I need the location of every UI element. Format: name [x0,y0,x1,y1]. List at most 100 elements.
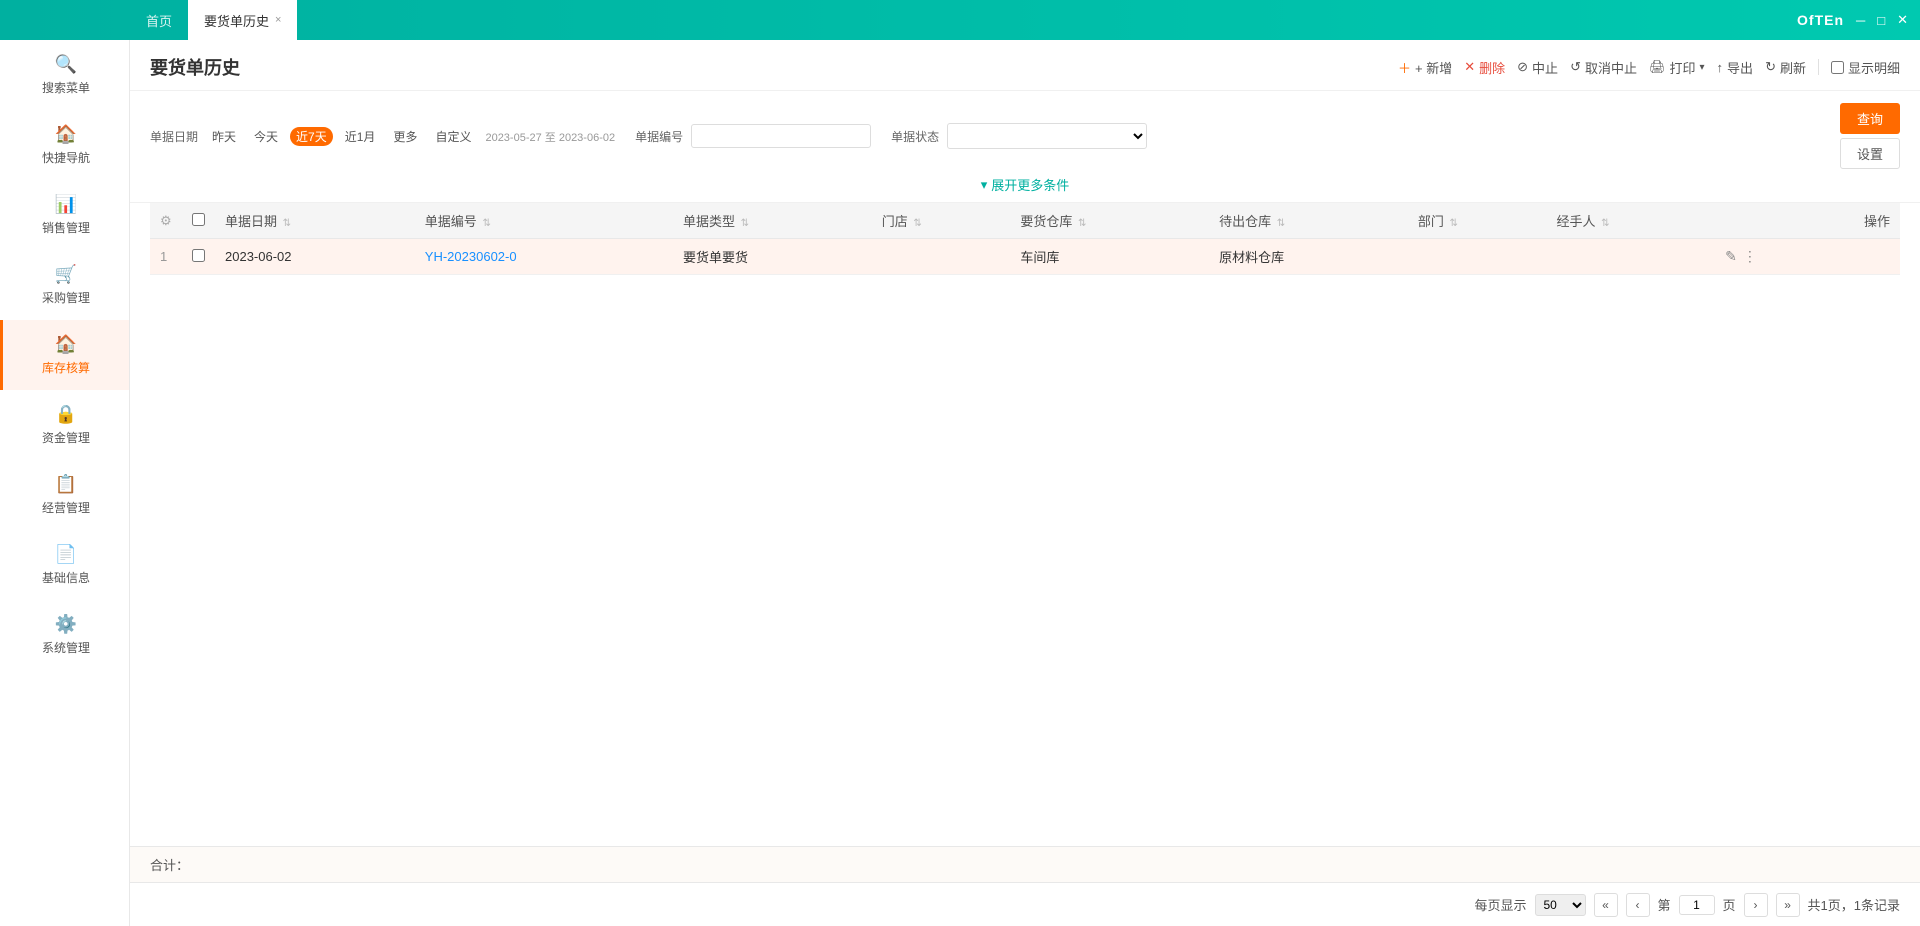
expand-more[interactable]: ▾ 展开更多条件 [150,175,1900,194]
th-pending-warehouse[interactable]: 待出仓库 ⇅ [1209,203,1408,239]
page-input[interactable] [1679,895,1715,915]
sidebar-label-quick-nav: 快捷导航 [42,149,90,166]
sidebar-label-purchase: 采购管理 [42,289,90,306]
sidebar-item-search[interactable]: 🔍 搜索菜单 [0,40,129,110]
th-department[interactable]: 部门 ⇅ [1408,203,1547,239]
edit-icon[interactable]: ✎ [1725,248,1737,265]
td-rownum: 1 [150,239,182,275]
billno-link[interactable]: YH-20230602-0 [425,249,517,264]
stop-button[interactable]: ⊘ 中止 [1517,58,1558,77]
print-button[interactable]: 🖨 打印 ▾ [1649,58,1705,77]
td-handler [1546,239,1715,275]
th-handler[interactable]: 经手人 ⇅ [1546,203,1715,239]
sidebar-item-system[interactable]: ⚙️ 系统管理 [0,600,129,670]
date-btn-today[interactable]: 今天 [248,127,284,146]
total-info: 共1页，1条记录 [1808,895,1900,914]
sort-store-icon: ⇅ [913,218,921,229]
display-detail-label: 显示明细 [1848,58,1900,77]
date-btn-more[interactable]: 更多 [387,127,423,146]
home-tab[interactable]: 首页 [130,0,188,40]
date-btn-yesterday[interactable]: 昨天 [206,127,242,146]
refresh-button[interactable]: ↻ 刷新 [1765,58,1806,77]
td-store [872,239,1011,275]
billno-input[interactable] [691,124,871,148]
close-tab-icon[interactable]: × [275,14,281,26]
th-billtype[interactable]: 单据类型 ⇅ [673,203,872,239]
close-window-icon[interactable]: ✕ [1897,12,1908,28]
export-icon: ↑ [1717,60,1724,75]
sidebar-item-basic[interactable]: 📄 基础信息 [0,530,129,600]
sort-type-icon: ⇅ [741,218,749,229]
date-btn-custom[interactable]: 自定义 [429,127,477,146]
first-page-btn[interactable]: « [1594,893,1618,917]
date-shortcuts: 昨天 今天 近7天 近1月 更多 自定义 [206,127,477,146]
search-menu-icon: 🔍 [55,54,77,75]
stop-icon: ⊘ [1517,59,1528,75]
page-header: 要货单历史 ＋ + 新增 ✕ 删除 ⊘ 中止 ↺ 取消中止 [130,40,1920,91]
sidebar-item-inventory[interactable]: 🏠 库存核算 [0,320,129,390]
sidebar-item-purchase[interactable]: 🛒 采购管理 [0,250,129,320]
active-tab[interactable]: 要货单历史 × [188,0,297,40]
display-detail-checkbox[interactable] [1831,61,1844,74]
sidebar-label-finance: 资金管理 [42,429,90,446]
print-dropdown-icon: ▾ [1700,62,1705,73]
date-filter-group: 单据日期 昨天 今天 近7天 近1月 更多 自定义 2023-05-27 至 2… [150,127,615,146]
th-store[interactable]: 门店 ⇅ [872,203,1011,239]
query-button[interactable]: 查询 [1840,103,1900,134]
minimize-icon[interactable]: ─ [1856,13,1865,28]
sort-pending-wh-icon: ⇅ [1277,218,1285,229]
th-date[interactable]: 单据日期 ⇅ [215,203,415,239]
sidebar-label-inventory: 库存核算 [42,359,90,376]
td-checkbox[interactable] [182,239,215,275]
th-checkbox[interactable] [182,203,215,239]
quick-nav-icon: 🏠 [55,124,77,145]
sidebar-label-system: 系统管理 [42,639,90,656]
delete-icon: ✕ [1464,59,1475,75]
date-btn-7days[interactable]: 近7天 [290,127,333,146]
th-settings[interactable]: ⚙ [150,203,182,239]
delete-label: 删除 [1479,58,1505,77]
new-button[interactable]: ＋ + 新增 [1398,58,1452,77]
last-page-btn[interactable]: » [1776,893,1800,917]
maximize-icon[interactable]: □ [1877,13,1885,28]
stop-label: 中止 [1532,58,1558,77]
row-checkbox[interactable] [192,249,205,262]
refresh-icon: ↻ [1765,59,1776,75]
more-op-icon[interactable]: ⋮ [1743,248,1757,265]
date-label: 单据日期 [150,128,198,145]
sort-billno-icon: ⇅ [482,218,490,229]
sidebar-item-sales[interactable]: 📊 销售管理 [0,180,129,250]
home-tab-label: 首页 [146,11,172,30]
delete-button[interactable]: ✕ 删除 [1464,58,1505,77]
display-detail-group[interactable]: 显示明细 [1831,58,1900,77]
operation-icon: 📋 [55,474,77,495]
cancel-stop-button[interactable]: ↺ 取消中止 [1570,58,1637,77]
page-title: 要货单历史 [150,54,240,80]
inventory-icon: 🏠 [55,334,77,355]
sidebar-label-sales: 销售管理 [42,219,90,236]
table-footer: 合计： [130,846,1920,882]
expand-label: 展开更多条件 [991,175,1069,194]
active-tab-label: 要货单历史 [204,11,269,30]
sidebar-item-operation[interactable]: 📋 经营管理 [0,460,129,530]
setting-button[interactable]: 设置 [1840,138,1900,169]
next-page-btn[interactable]: › [1744,893,1768,917]
sidebar-item-quick-nav[interactable]: 🏠 快捷导航 [0,110,129,180]
basic-icon: 📄 [55,544,77,565]
th-billno[interactable]: 单据编号 ⇅ [415,203,673,239]
print-icon: 🖨 [1649,59,1666,75]
select-all-checkbox[interactable] [192,213,205,226]
new-label: + 新增 [1415,58,1452,77]
prev-page-btn[interactable]: ‹ [1626,893,1650,917]
th-req-warehouse[interactable]: 要货仓库 ⇅ [1010,203,1209,239]
system-icon: ⚙️ [55,614,77,635]
sidebar-item-finance[interactable]: 🔒 资金管理 [0,390,129,460]
th-operation: 操作 [1715,203,1900,239]
page-size-select[interactable]: 20 50 100 200 [1535,894,1586,916]
date-btn-1month[interactable]: 近1月 [339,127,382,146]
finance-icon: 🔒 [55,404,77,425]
export-button[interactable]: ↑ 导出 [1717,58,1754,77]
sort-handler-icon: ⇅ [1601,218,1609,229]
status-select[interactable] [947,123,1147,149]
table-header-row: ⚙ 单据日期 ⇅ 单据编号 ⇅ [150,203,1900,239]
